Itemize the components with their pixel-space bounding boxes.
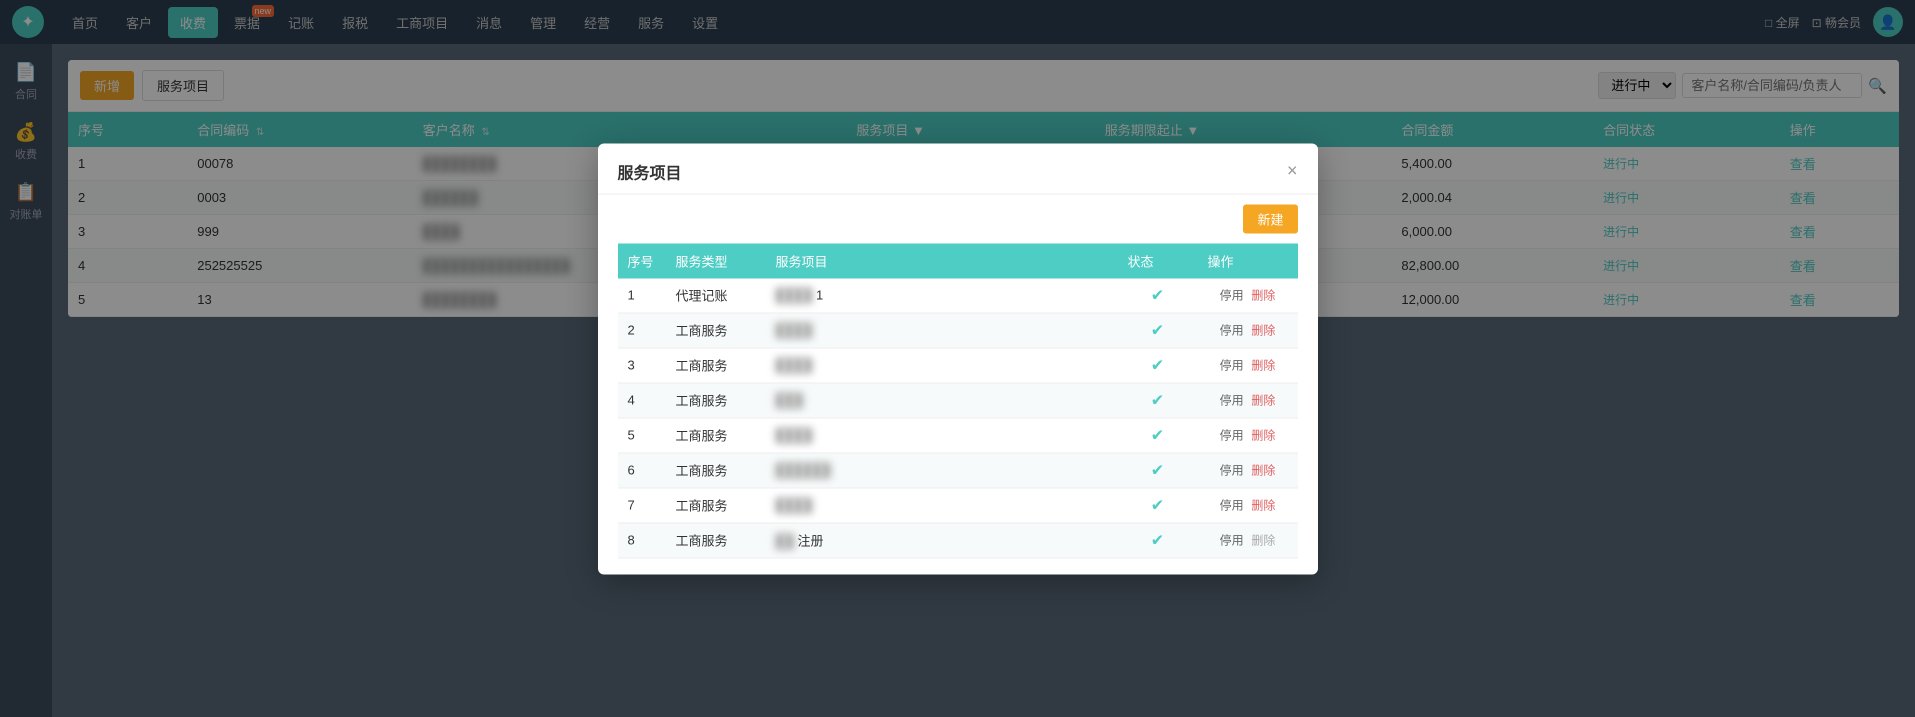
stop-button-8[interactable]: 停用 <box>1220 534 1244 548</box>
stop-button-3[interactable]: 停用 <box>1220 359 1244 373</box>
modal-col-seq: 序号 <box>618 243 666 278</box>
modal-table-row: 6 工商服务 ██████ ✔ 停用 删除 <box>618 453 1298 488</box>
stop-button-2[interactable]: 停用 <box>1220 324 1244 338</box>
service-items-modal: 服务项目 × 新建 序号 服务类型 服务项目 状态 操作 1 代理记账 ████… <box>598 143 1318 574</box>
modal-table-row: 7 工商服务 ████ ✔ 停用 删除 <box>618 488 1298 523</box>
status-check-icon: ✔ <box>1151 392 1164 409</box>
status-check-icon: ✔ <box>1151 322 1164 339</box>
modal-col-type: 服务类型 <box>666 243 766 278</box>
delete-button-5[interactable]: 删除 <box>1251 429 1275 443</box>
stop-button-5[interactable]: 停用 <box>1220 429 1244 443</box>
modal-table-row: 4 工商服务 ███ ✔ 停用 删除 <box>618 383 1298 418</box>
delete-button-1[interactable]: 删除 <box>1251 289 1275 303</box>
stop-button-4[interactable]: 停用 <box>1220 394 1244 408</box>
modal-col-action: 操作 <box>1198 243 1298 278</box>
service-items-table: 序号 服务类型 服务项目 状态 操作 1 代理记账 ████ 1 ✔ 停用 删除 <box>618 243 1298 558</box>
stop-button-1[interactable]: 停用 <box>1220 289 1244 303</box>
modal-table-row: 3 工商服务 ████ ✔ 停用 删除 <box>618 348 1298 383</box>
modal-table-header-row: 序号 服务类型 服务项目 状态 操作 <box>618 243 1298 278</box>
modal-table-row: 8 工商服务 ██ 注册 ✔ 停用 删除 <box>618 523 1298 558</box>
status-check-icon: ✔ <box>1151 287 1164 304</box>
delete-button-4[interactable]: 删除 <box>1251 394 1275 408</box>
delete-button-6[interactable]: 删除 <box>1251 464 1275 478</box>
stop-button-6[interactable]: 停用 <box>1220 464 1244 478</box>
modal-table-row: 2 工商服务 ████ ✔ 停用 删除 <box>618 313 1298 348</box>
delete-button-8[interactable]: 删除 <box>1251 534 1275 548</box>
status-check-icon: ✔ <box>1151 357 1164 374</box>
modal-body: 序号 服务类型 服务项目 状态 操作 1 代理记账 ████ 1 ✔ 停用 删除 <box>598 243 1318 574</box>
modal-col-item: 服务项目 <box>766 243 1118 278</box>
delete-button-7[interactable]: 删除 <box>1251 499 1275 513</box>
modal-table-row: 5 工商服务 ████ ✔ 停用 删除 <box>618 418 1298 453</box>
modal-toolbar: 新建 <box>598 194 1318 243</box>
status-check-icon: ✔ <box>1151 497 1164 514</box>
status-check-icon: ✔ <box>1151 427 1164 444</box>
status-check-icon: ✔ <box>1151 532 1164 549</box>
modal-close-button[interactable]: × <box>1287 161 1298 182</box>
stop-button-7[interactable]: 停用 <box>1220 499 1244 513</box>
status-check-icon: ✔ <box>1151 462 1164 479</box>
delete-button-3[interactable]: 删除 <box>1251 359 1275 373</box>
modal-col-status: 状态 <box>1118 243 1198 278</box>
modal-new-button[interactable]: 新建 <box>1243 204 1297 233</box>
modal-table-row: 1 代理记账 ████ 1 ✔ 停用 删除 <box>618 278 1298 313</box>
modal-title: 服务项目 <box>618 159 682 183</box>
modal-header: 服务项目 × <box>598 143 1318 194</box>
delete-button-2[interactable]: 删除 <box>1251 324 1275 338</box>
